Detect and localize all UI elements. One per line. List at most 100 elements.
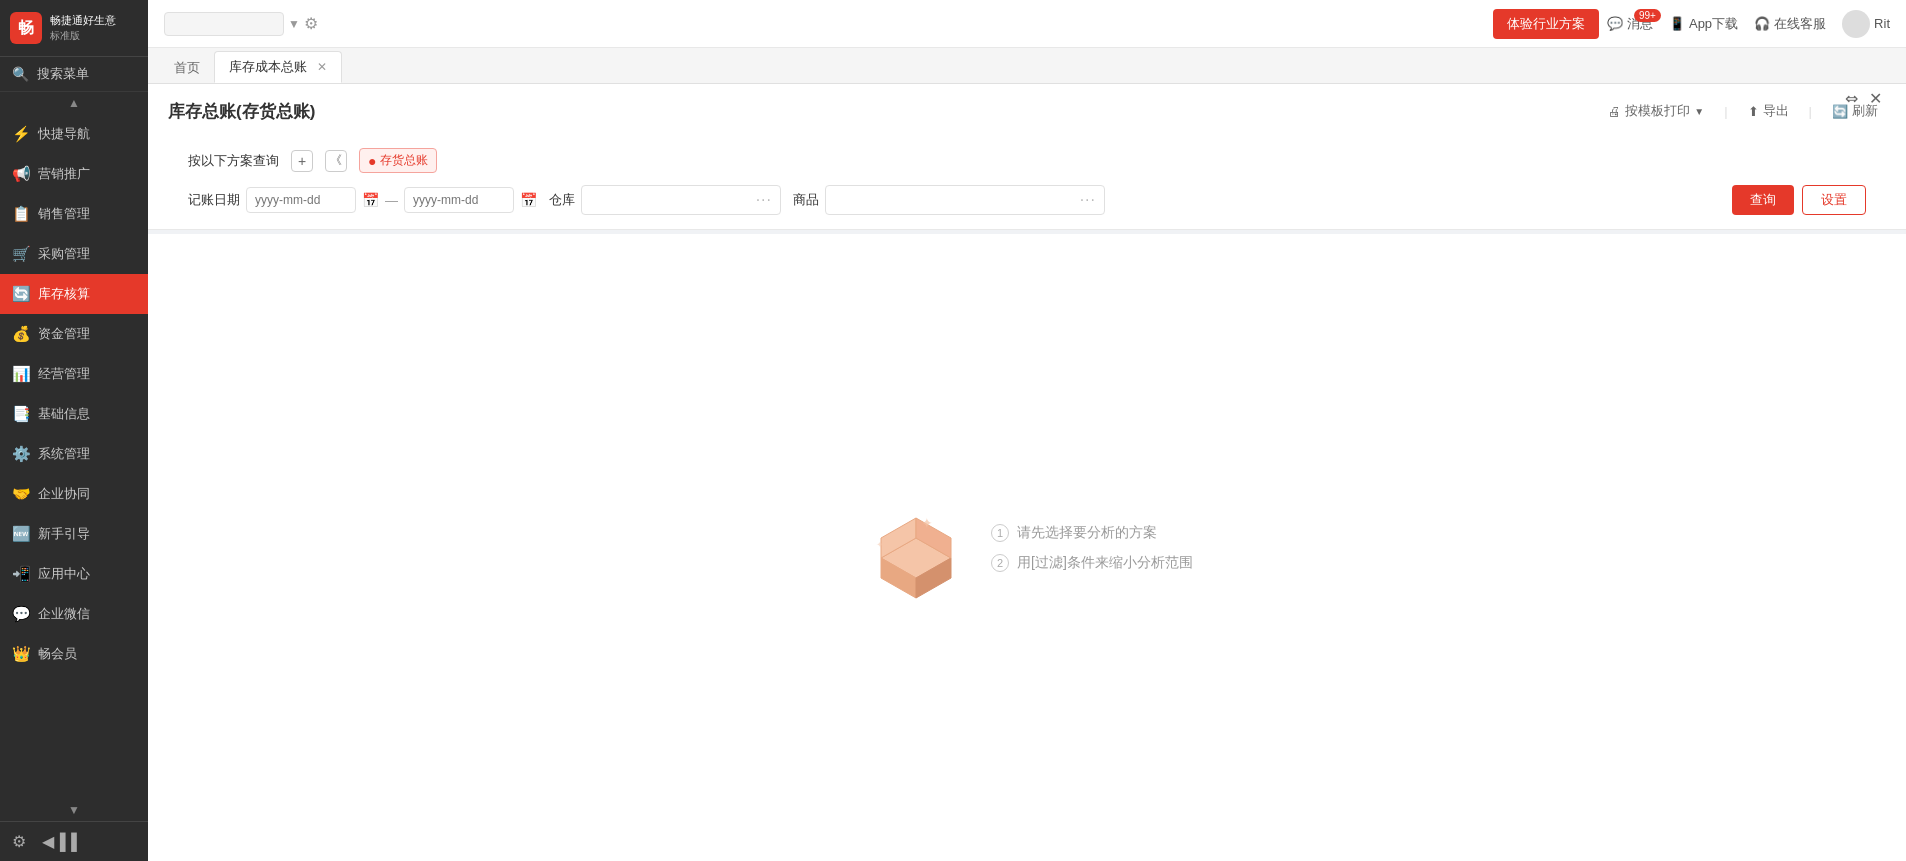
export-btn[interactable]: ⬆ 导出 <box>1740 98 1797 124</box>
sidebar-item-capital[interactable]: 💰 资金管理 <box>0 314 148 354</box>
add-filter-btn[interactable]: + <box>291 150 313 172</box>
tab-bar: 首页 库存成本总账 ✕ ✕ ⇔ <box>148 48 1906 84</box>
export-icon: ⬆ <box>1748 104 1759 119</box>
sidebar-label-shortcut: 快捷导航 <box>38 125 136 143</box>
sidebar-item-shortcut[interactable]: ⚡ 快捷导航 <box>0 114 148 154</box>
warehouse-select[interactable]: ··· <box>581 185 781 215</box>
collapse-filter-btn[interactable]: 《 <box>325 150 347 172</box>
enterprise-icon: 🤝 <box>12 485 30 503</box>
chevron-down-icon: ▼ <box>288 17 300 31</box>
sidebar-label-purchase: 采购管理 <box>38 245 136 263</box>
settings-btn[interactable]: 设置 <box>1802 185 1866 215</box>
empty-illustration: ✦ ✦ <box>861 498 961 598</box>
sidebar-label-appstore: 应用中心 <box>38 565 136 583</box>
capital-icon: 💰 <box>12 325 30 343</box>
sidebar-item-basic[interactable]: 📑 基础信息 <box>0 394 148 434</box>
topbar-search-input[interactable] <box>164 12 284 36</box>
date-field-group: 记账日期 📅 — 📅 <box>188 187 537 213</box>
sidebar-item-operations[interactable]: 📊 经营管理 <box>0 354 148 394</box>
warehouse-label: 仓库 <box>549 191 575 209</box>
scheme-circle-icon: ● <box>368 153 376 169</box>
product-select[interactable]: ··· <box>825 185 1105 215</box>
search-menu[interactable]: 🔍 搜索菜单 <box>0 57 148 92</box>
sidebar-logo: 畅 畅捷通好生意 标准版 <box>0 0 148 57</box>
sidebar-item-enterprise[interactable]: 🤝 企业协同 <box>0 474 148 514</box>
empty-hints: 1 请先选择要分析的方案 2 用[过滤]条件来缩小分析范围 <box>991 524 1193 572</box>
product-label: 商品 <box>793 191 819 209</box>
filter-label: 按以下方案查询 <box>188 152 279 170</box>
inventory-icon: 🔄 <box>12 285 30 303</box>
avatar <box>1842 10 1870 38</box>
headset-icon: 🎧 <box>1754 16 1770 31</box>
sidebar-item-system[interactable]: ⚙️ 系统管理 <box>0 434 148 474</box>
messages-item[interactable]: 💬 消息 99+ <box>1607 15 1653 33</box>
app-download-item[interactable]: 📱 App下载 <box>1669 15 1738 33</box>
topbar-right: 💬 消息 99+ 📱 App下载 🎧 在线客服 Rit <box>1607 10 1890 38</box>
tab-home[interactable]: 首页 <box>160 53 214 83</box>
sidebar-item-sales[interactable]: 📋 销售管理 <box>0 194 148 234</box>
operations-icon: 📊 <box>12 365 30 383</box>
calendar-end-icon[interactable]: 📅 <box>520 192 537 208</box>
sidebar-item-wechat[interactable]: 💬 企业微信 <box>0 594 148 634</box>
expand-icon[interactable]: ⇔ <box>1845 89 1858 108</box>
scheme-tag[interactable]: ● 存货总账 <box>359 148 437 173</box>
sidebar-label-operations: 经营管理 <box>38 365 136 383</box>
main-container: ▼ ⚙ 体验行业方案 💬 消息 99+ 📱 App下载 🎧 在线客服 Rit <box>148 0 1906 861</box>
phone-icon: 📱 <box>1669 16 1685 31</box>
sidebar-label-capital: 资金管理 <box>38 325 136 343</box>
appstore-icon: 📲 <box>12 565 30 583</box>
basic-icon: 📑 <box>12 405 30 423</box>
action-sep-2: | <box>1809 104 1812 119</box>
settings-icon[interactable]: ⚙ <box>12 832 26 851</box>
sidebar-item-appstore[interactable]: 📲 应用中心 <box>0 554 148 594</box>
product-field-group: 商品 ··· <box>793 185 1105 215</box>
hint-num-2: 2 <box>991 554 1009 572</box>
member-icon: 👑 <box>12 645 30 663</box>
date-label: 记账日期 <box>188 191 240 209</box>
filter-row: 按以下方案查询 + 《 ● 存货总账 <box>168 138 1886 185</box>
tab-inventory-ledger[interactable]: 库存成本总账 ✕ <box>214 51 342 83</box>
sidebar-item-member[interactable]: 👑 畅会员 <box>0 634 148 674</box>
empty-state-inner: ✦ ✦ 1 请先选择要分析的方案 2 用[过滤]条件来缩小分析范围 <box>861 498 1193 598</box>
topbar: ▼ ⚙ 体验行业方案 💬 消息 99+ 📱 App下载 🎧 在线客服 Rit <box>148 0 1906 48</box>
audio-icon[interactable]: ◀▐▐ <box>42 832 77 851</box>
guide-icon: 🆕 <box>12 525 30 543</box>
svg-text:✦: ✦ <box>876 539 884 550</box>
sidebar-label-system: 系统管理 <box>38 445 136 463</box>
online-service-item[interactable]: 🎧 在线客服 <box>1754 15 1826 33</box>
sidebar-item-guide[interactable]: 🆕 新手引导 <box>0 514 148 554</box>
date-start-input[interactable] <box>246 187 356 213</box>
empty-hint-1: 1 请先选择要分析的方案 <box>991 524 1193 542</box>
system-icon: ⚙️ <box>12 445 30 463</box>
scroll-up-btn[interactable]: ▲ <box>0 92 148 114</box>
shortcut-icon: ⚡ <box>12 125 30 143</box>
date-end-input[interactable] <box>404 187 514 213</box>
scroll-down-btn[interactable]: ▼ <box>0 799 148 821</box>
user-item[interactable]: Rit <box>1842 10 1890 38</box>
sidebar-nav: ⚡ 快捷导航 📢 营销推广 📋 销售管理 🛒 采购管理 🔄 库存核算 💰 资金管… <box>0 114 148 799</box>
sidebar-label-member: 畅会员 <box>38 645 136 663</box>
app-logo-text: 畅捷通好生意 标准版 <box>50 13 116 42</box>
app-logo-icon: 畅 <box>10 12 42 44</box>
sidebar-label-guide: 新手引导 <box>38 525 136 543</box>
product-more-icon[interactable]: ··· <box>1080 191 1096 209</box>
query-btn[interactable]: 查询 <box>1732 185 1794 215</box>
print-btn[interactable]: 🖨 按模板打印 ▼ <box>1600 98 1712 124</box>
sidebar: 畅 畅捷通好生意 标准版 🔍 搜索菜单 ▲ ⚡ 快捷导航 📢 营销推广 📋 销售… <box>0 0 148 861</box>
date-separator: — <box>385 193 398 208</box>
search-icon: 🔍 <box>12 66 29 82</box>
print-icon: 🖨 <box>1608 104 1621 119</box>
hint-num-1: 1 <box>991 524 1009 542</box>
message-icon: 💬 <box>1607 16 1623 31</box>
close-panel-icon[interactable]: ✕ <box>1869 89 1882 108</box>
trial-btn[interactable]: 体验行业方案 <box>1493 9 1599 39</box>
sidebar-item-inventory[interactable]: 🔄 库存核算 <box>0 274 148 314</box>
wechat-icon: 💬 <box>12 605 30 623</box>
calendar-start-icon[interactable]: 📅 <box>362 192 379 208</box>
gear-icon[interactable]: ⚙ <box>304 14 318 33</box>
tab-close-icon[interactable]: ✕ <box>317 60 327 74</box>
sidebar-item-marketing[interactable]: 📢 营销推广 <box>0 154 148 194</box>
sales-icon: 📋 <box>12 205 30 223</box>
sidebar-item-purchase[interactable]: 🛒 采购管理 <box>0 234 148 274</box>
warehouse-more-icon[interactable]: ··· <box>756 191 772 209</box>
